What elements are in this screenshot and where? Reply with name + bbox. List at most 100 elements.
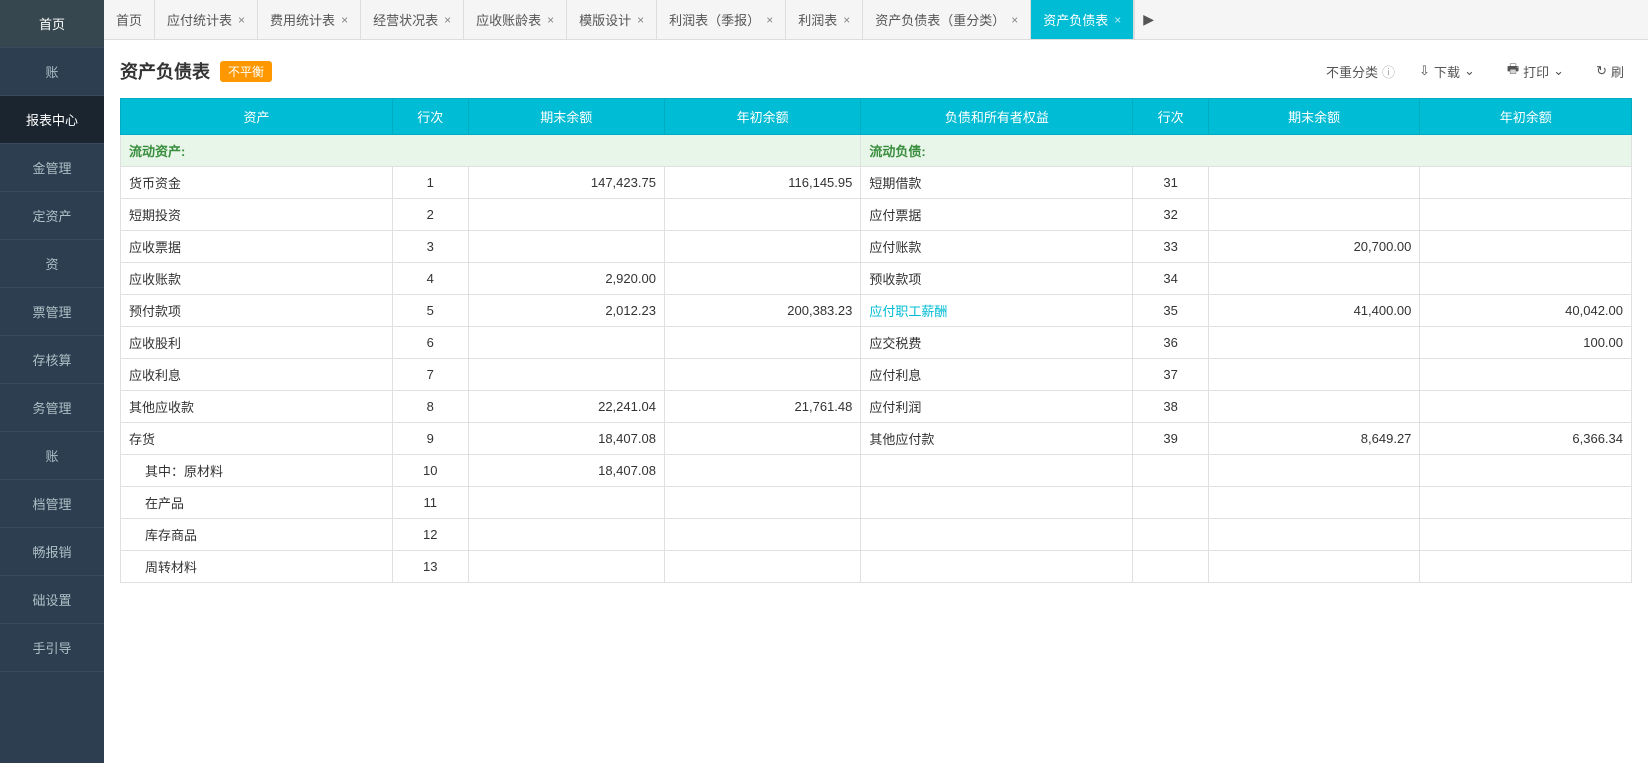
left-item: 其中：原材料 xyxy=(121,455,393,487)
left-year-start xyxy=(664,519,860,551)
tab-operations[interactable]: 经营状况表 × xyxy=(361,0,464,40)
sidebar-item-settings[interactable]: 础设置 xyxy=(0,576,104,624)
header-row-num2: 行次 xyxy=(1133,99,1209,135)
refresh-icon: ↻ xyxy=(1596,63,1607,79)
tab-template-design[interactable]: 模版设计 × xyxy=(567,0,657,40)
right-period-end xyxy=(1208,263,1420,295)
right-row-num: 36 xyxy=(1133,327,1209,359)
not-reclassify-toggle[interactable]: 不重分类 ⓘ xyxy=(1326,62,1395,81)
left-year-start xyxy=(664,455,860,487)
tab-ap-stats-close[interactable]: × xyxy=(238,13,245,27)
tab-income-quarterly-close[interactable]: × xyxy=(766,13,773,27)
sidebar-item-archive[interactable]: 档管理 xyxy=(0,480,104,528)
left-period-end xyxy=(468,231,664,263)
tab-nav-right[interactable]: ▶ xyxy=(1134,0,1162,40)
left-row-num: 6 xyxy=(392,327,468,359)
right-year-start xyxy=(1420,199,1632,231)
sidebar-item-fixed-assets[interactable]: 定资产 xyxy=(0,192,104,240)
sidebar-item-report-center[interactable]: 报表中心 xyxy=(0,96,104,144)
tab-operations-close[interactable]: × xyxy=(444,13,451,27)
print-button[interactable]: 🖶 打印 ⌄ xyxy=(1499,56,1572,86)
left-row-num: 9 xyxy=(392,423,468,455)
left-item: 短期投资 xyxy=(121,199,393,231)
tab-home[interactable]: 首页 xyxy=(104,0,155,40)
right-row-num xyxy=(1133,551,1209,583)
sidebar-item-guide[interactable]: 手引导 xyxy=(0,624,104,672)
tab-expense-stats-close[interactable]: × xyxy=(341,13,348,27)
header-assets: 资产 xyxy=(121,99,393,135)
right-item: 应付利润 xyxy=(861,391,1133,423)
left-period-end: 18,407.08 xyxy=(468,455,664,487)
tab-ap-stats[interactable]: 应付统计表 × xyxy=(155,0,258,40)
print-icon: 🖶 xyxy=(1507,60,1519,82)
tab-expense-stats[interactable]: 费用统计表 × xyxy=(258,0,361,40)
balance-sheet-table: 资产 行次 期末余额 年初余额 负债和所有者权益 行次 期末余额 年初余额 流动… xyxy=(120,98,1632,583)
right-period-end xyxy=(1208,487,1420,519)
right-row-num: 39 xyxy=(1133,423,1209,455)
refresh-label: 刷 xyxy=(1611,62,1624,81)
tab-template-design-close[interactable]: × xyxy=(637,13,644,27)
tab-template-design-label: 模版设计 xyxy=(579,10,631,29)
right-year-start xyxy=(1420,551,1632,583)
tab-bs[interactable]: 资产负债表 × xyxy=(1031,0,1134,40)
sidebar-item-inventory[interactable]: 存核算 xyxy=(0,336,104,384)
left-item: 在产品 xyxy=(121,487,393,519)
right-row-num xyxy=(1133,519,1209,551)
right-year-start xyxy=(1420,487,1632,519)
not-reclassify-label: 不重分类 xyxy=(1326,62,1378,81)
tab-home-label: 首页 xyxy=(116,10,142,29)
left-period-end xyxy=(468,551,664,583)
refresh-button[interactable]: ↻ 刷 xyxy=(1588,58,1632,85)
left-item: 应收账款 xyxy=(121,263,393,295)
sidebar: 首页 账 报表中心 金管理 定资产 资 票管理 存核算 务管理 账 档管理 畅报… xyxy=(0,0,104,763)
left-year-start: 116,145.95 xyxy=(664,167,860,199)
tab-expense-stats-label: 费用统计表 xyxy=(270,10,335,29)
sidebar-item-investment[interactable]: 资 xyxy=(0,240,104,288)
right-year-start xyxy=(1420,263,1632,295)
tab-income-quarterly[interactable]: 利润表（季报） × xyxy=(657,0,786,40)
right-row-num: 32 xyxy=(1133,199,1209,231)
sidebar-item-home[interactable]: 首页 xyxy=(0,0,104,48)
question-icon: ⓘ xyxy=(1382,62,1395,81)
left-row-num: 13 xyxy=(392,551,468,583)
right-item[interactable]: 应付职工薪酬 xyxy=(861,295,1133,327)
left-period-end xyxy=(468,359,664,391)
right-year-start: 40,042.00 xyxy=(1420,295,1632,327)
tab-bs-close[interactable]: × xyxy=(1114,13,1121,27)
sidebar-item-sales[interactable]: 畅报销 xyxy=(0,528,104,576)
sidebar-item-ticket-management[interactable]: 票管理 xyxy=(0,288,104,336)
page-header: 资产负债表 不平衡 不重分类 ⓘ ⇩ 下载 ⌄ 🖶 打印 ⌄ xyxy=(120,56,1632,86)
left-row-num: 8 xyxy=(392,391,468,423)
right-period-end xyxy=(1208,199,1420,231)
left-row-num: 3 xyxy=(392,231,468,263)
header-period-end2: 期末余额 xyxy=(1208,99,1420,135)
right-item xyxy=(861,519,1133,551)
tab-bs-reclassify-close[interactable]: × xyxy=(1011,13,1018,27)
header-liabilities: 负债和所有者权益 xyxy=(861,99,1133,135)
download-button[interactable]: ⇩ 下载 ⌄ xyxy=(1411,58,1483,85)
sidebar-item-accounts[interactable]: 账 xyxy=(0,48,104,96)
section-left: 流动资产: xyxy=(121,135,861,167)
right-row-num: 38 xyxy=(1133,391,1209,423)
right-period-end: 8,649.27 xyxy=(1208,423,1420,455)
right-item xyxy=(861,551,1133,583)
right-row-num xyxy=(1133,487,1209,519)
right-item: 短期借款 xyxy=(861,167,1133,199)
tab-income[interactable]: 利润表 × xyxy=(786,0,863,40)
left-row-num: 11 xyxy=(392,487,468,519)
tab-income-close[interactable]: × xyxy=(843,13,850,27)
tab-ar-aging[interactable]: 应收账龄表 × xyxy=(464,0,567,40)
unbalanced-badge: 不平衡 xyxy=(220,61,272,82)
right-period-end xyxy=(1208,551,1420,583)
sidebar-item-ledger[interactable]: 账 xyxy=(0,432,104,480)
left-item: 应收股利 xyxy=(121,327,393,359)
left-item: 存货 xyxy=(121,423,393,455)
right-period-end xyxy=(1208,391,1420,423)
right-period-end xyxy=(1208,519,1420,551)
sidebar-item-fund-management[interactable]: 金管理 xyxy=(0,144,104,192)
tab-bs-reclassify[interactable]: 资产负债表（重分类） × xyxy=(863,0,1031,40)
tab-ar-aging-close[interactable]: × xyxy=(547,13,554,27)
sidebar-item-tax[interactable]: 务管理 xyxy=(0,384,104,432)
left-period-end: 22,241.04 xyxy=(468,391,664,423)
left-year-start xyxy=(664,487,860,519)
